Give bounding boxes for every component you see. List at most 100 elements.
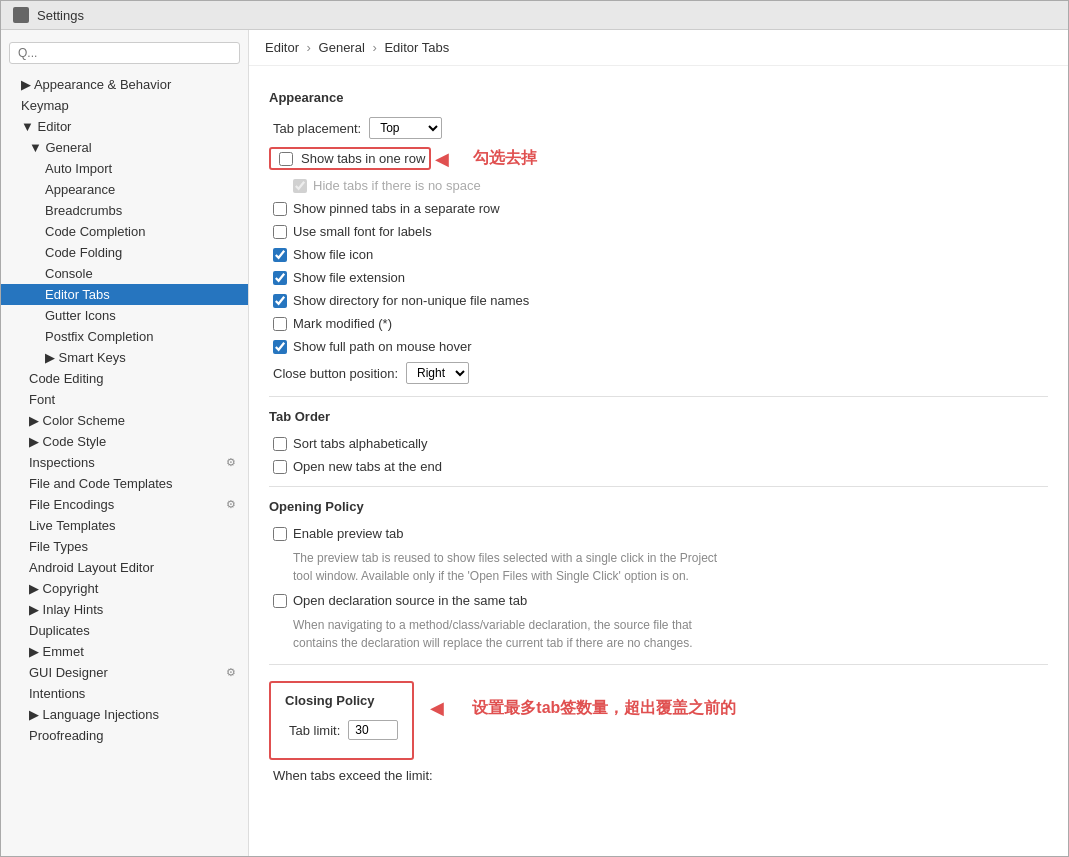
- closing-policy-container: Closing Policy Tab limit: ◀ 设置最多tab签数量，超…: [269, 677, 1048, 760]
- sidebar-item-label-editor: ▼ Editor: [13, 119, 236, 134]
- show-tabs-label[interactable]: Show tabs in one row: [275, 151, 425, 166]
- close-button-select[interactable]: Right Left None: [406, 362, 469, 384]
- open-new-end-label[interactable]: Open new tabs at the end: [273, 459, 442, 474]
- sidebar-item-label-breadcrumbs: Breadcrumbs: [13, 203, 236, 218]
- sidebar-item-file-types[interactable]: File Types: [1, 536, 248, 557]
- enable-preview-label[interactable]: Enable preview tab: [273, 526, 404, 541]
- use-small-font-label[interactable]: Use small font for labels: [273, 224, 432, 239]
- show-pinned-checkbox[interactable]: [273, 202, 287, 216]
- show-file-icon-label[interactable]: Show file icon: [273, 247, 373, 262]
- breadcrumb-part1: Editor: [265, 40, 299, 55]
- sidebar-item-badge-file-encodings: ⚙: [226, 498, 236, 511]
- sort-alphabetically-checkbox[interactable]: [273, 437, 287, 451]
- show-directory-label[interactable]: Show directory for non-unique file names: [273, 293, 529, 308]
- open-declaration-checkbox[interactable]: [273, 594, 287, 608]
- breadcrumb-part2: General: [319, 40, 365, 55]
- sidebar-item-label-intentions: Intentions: [13, 686, 236, 701]
- mark-modified-label[interactable]: Mark modified (*): [273, 316, 392, 331]
- sidebar-item-gutter-icons[interactable]: Gutter Icons: [1, 305, 248, 326]
- when-tabs-exceed-row: When tabs exceed the limit:: [269, 768, 1048, 783]
- main-content: Editor › General › Editor Tabs Appearanc…: [249, 30, 1068, 856]
- sidebar-item-intentions[interactable]: Intentions: [1, 683, 248, 704]
- sidebar-item-label-appearance-behavior: ▶ Appearance & Behavior: [13, 77, 236, 92]
- annotation-zh-1: 勾选去掉: [473, 148, 537, 169]
- search-box[interactable]: [9, 42, 240, 64]
- sidebar-item-label-gutter-icons: Gutter Icons: [13, 308, 236, 323]
- sidebar-item-appearance-behavior[interactable]: ▶ Appearance & Behavior: [1, 74, 248, 95]
- sidebar-item-gui-designer[interactable]: GUI Designer⚙: [1, 662, 248, 683]
- hide-tabs-label: Hide tabs if there is no space: [293, 178, 481, 193]
- sidebar-item-editor[interactable]: ▼ Editor: [1, 116, 248, 137]
- mark-modified-checkbox[interactable]: [273, 317, 287, 331]
- sidebar-item-color-scheme[interactable]: ▶ Color Scheme: [1, 410, 248, 431]
- open-new-end-checkbox[interactable]: [273, 460, 287, 474]
- open-new-end-row: Open new tabs at the end: [269, 459, 1048, 474]
- sidebar-item-console[interactable]: Console: [1, 263, 248, 284]
- sidebar-item-inspections[interactable]: Inspections⚙: [1, 452, 248, 473]
- sidebar-item-copyright[interactable]: ▶ Copyright: [1, 578, 248, 599]
- sidebar-item-inlay-hints[interactable]: ▶ Inlay Hints: [1, 599, 248, 620]
- use-small-font-checkbox[interactable]: [273, 225, 287, 239]
- tab-limit-input[interactable]: [348, 720, 398, 740]
- sidebar-item-label-inlay-hints: ▶ Inlay Hints: [13, 602, 236, 617]
- sidebar-item-breadcrumbs[interactable]: Breadcrumbs: [1, 200, 248, 221]
- sidebar-item-label-code-completion: Code Completion: [13, 224, 236, 239]
- sort-alphabetically-label[interactable]: Sort tabs alphabetically: [273, 436, 427, 451]
- sidebar-item-label-file-encodings: File Encodings: [13, 497, 226, 512]
- tab-placement-select[interactable]: Top Bottom Left Right None: [369, 117, 442, 139]
- sidebar-item-label-font: Font: [13, 392, 236, 407]
- sidebar-item-live-templates[interactable]: Live Templates: [1, 515, 248, 536]
- sidebar: ▶ Appearance & Behavior Keymap ▼ Editor ▼ G…: [1, 30, 249, 856]
- mark-modified-row: Mark modified (*): [269, 316, 1048, 331]
- show-tabs-row: Show tabs in one row ◀ 勾选去掉: [269, 147, 1048, 170]
- sidebar-item-code-editing[interactable]: Code Editing: [1, 368, 248, 389]
- sidebar-item-font[interactable]: Font: [1, 389, 248, 410]
- sidebar-item-proofreading[interactable]: Proofreading: [1, 725, 248, 746]
- sidebar-item-code-style[interactable]: ▶ Code Style: [1, 431, 248, 452]
- sidebar-item-smart-keys[interactable]: ▶ Smart Keys: [1, 347, 248, 368]
- show-full-path-label[interactable]: Show full path on mouse hover: [273, 339, 472, 354]
- sidebar-item-postfix-completion[interactable]: Postfix Completion: [1, 326, 248, 347]
- enable-preview-checkbox[interactable]: [273, 527, 287, 541]
- sidebar-item-emmet[interactable]: ▶ Emmet: [1, 641, 248, 662]
- enable-preview-row: Enable preview tab: [269, 526, 1048, 541]
- show-directory-checkbox[interactable]: [273, 294, 287, 308]
- sidebar-item-general[interactable]: ▼ General: [1, 137, 248, 158]
- sidebar-item-file-code-templates[interactable]: File and Code Templates: [1, 473, 248, 494]
- sidebar-item-auto-import[interactable]: Auto Import: [1, 158, 248, 179]
- sidebar-item-android-layout-editor[interactable]: Android Layout Editor: [1, 557, 248, 578]
- show-file-extension-checkbox[interactable]: [273, 271, 287, 285]
- sidebar-item-label-smart-keys: ▶ Smart Keys: [13, 350, 236, 365]
- sidebar-item-label-file-code-templates: File and Code Templates: [13, 476, 236, 491]
- sidebar-item-label-inspections: Inspections: [13, 455, 226, 470]
- tab-placement-label: Tab placement:: [273, 121, 361, 136]
- show-tabs-checkbox[interactable]: [279, 152, 293, 166]
- sidebar-item-keymap[interactable]: Keymap: [1, 95, 248, 116]
- sidebar-item-label-emmet: ▶ Emmet: [13, 644, 236, 659]
- sidebar-item-label-keymap: Keymap: [13, 98, 236, 113]
- breadcrumb-sep2: ›: [372, 40, 376, 55]
- sidebar-item-appearance[interactable]: Appearance: [1, 179, 248, 200]
- sidebar-item-language-injections[interactable]: ▶ Language Injections: [1, 704, 248, 725]
- search-input[interactable]: [9, 42, 240, 64]
- hide-tabs-checkbox: [293, 179, 307, 193]
- show-tabs-redbox: Show tabs in one row: [269, 147, 431, 170]
- show-file-icon-checkbox[interactable]: [273, 248, 287, 262]
- opening-policy-section-title: Opening Policy: [269, 499, 1048, 514]
- sidebar-item-code-folding[interactable]: Code Folding: [1, 242, 248, 263]
- sidebar-item-label-gui-designer: GUI Designer: [13, 665, 226, 680]
- show-full-path-checkbox[interactable]: [273, 340, 287, 354]
- show-pinned-label[interactable]: Show pinned tabs in a separate row: [273, 201, 500, 216]
- show-directory-row: Show directory for non-unique file names: [269, 293, 1048, 308]
- breadcrumb-sep1: ›: [307, 40, 311, 55]
- sidebar-item-duplicates[interactable]: Duplicates: [1, 620, 248, 641]
- open-declaration-label[interactable]: Open declaration source in the same tab: [273, 593, 527, 608]
- sidebar-item-label-code-editing: Code Editing: [13, 371, 236, 386]
- sidebar-item-editor-tabs[interactable]: Editor Tabs: [1, 284, 248, 305]
- sidebar-item-file-encodings[interactable]: File Encodings⚙: [1, 494, 248, 515]
- window-title: Settings: [37, 8, 84, 23]
- annotation-zh-2: 设置最多tab签数量，超出覆盖之前的: [472, 698, 736, 719]
- sidebar-item-label-editor-tabs: Editor Tabs: [13, 287, 236, 302]
- sidebar-item-code-completion[interactable]: Code Completion: [1, 221, 248, 242]
- show-file-extension-label[interactable]: Show file extension: [273, 270, 405, 285]
